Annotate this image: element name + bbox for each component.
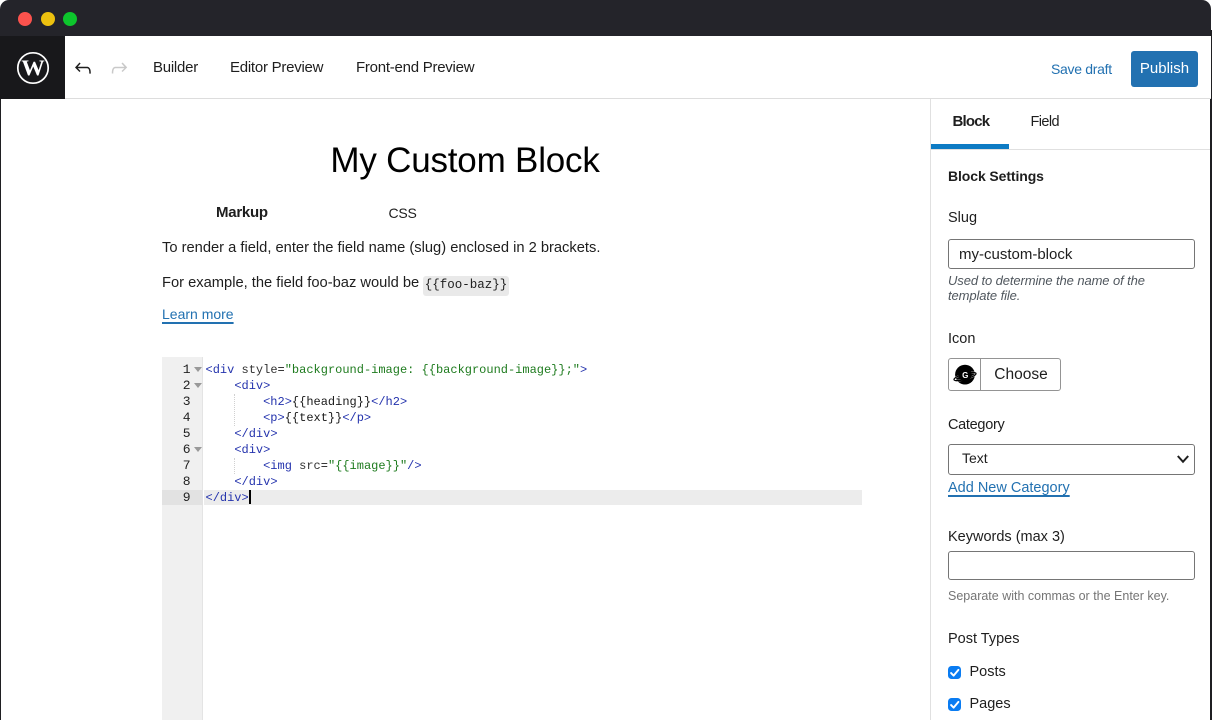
svg-text:G: G [962,370,968,379]
svg-text:W: W [21,55,45,80]
